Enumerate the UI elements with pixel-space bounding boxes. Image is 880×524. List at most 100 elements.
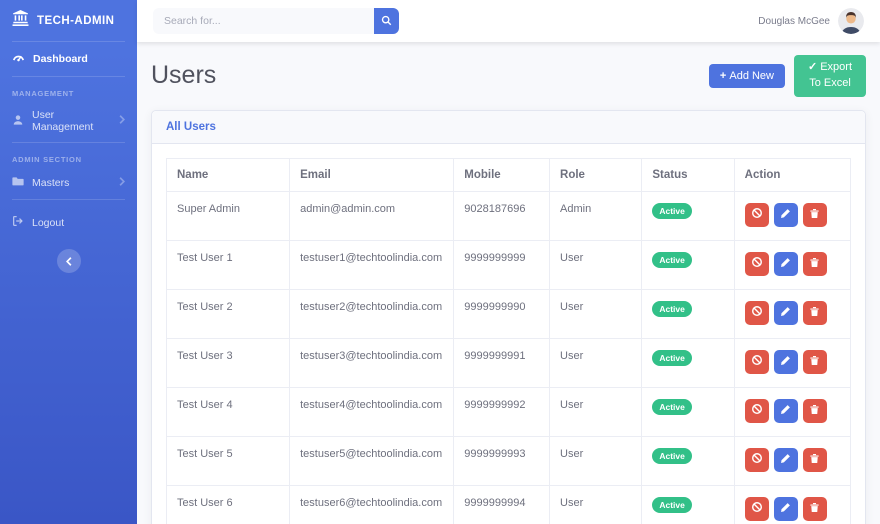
trash-icon	[809, 256, 820, 271]
table-row: Test User 5 testuser5@techtoolindia.com 99…	[165, 435, 852, 486]
ban-icon	[751, 354, 763, 369]
status-badge: Active	[652, 300, 692, 317]
brand-title: TECH-ADMIN	[37, 14, 115, 27]
table-header-row: Name Email Mobile Role Status Action	[165, 157, 852, 192]
add-new-button[interactable]: + Add New	[708, 63, 785, 88]
search-button[interactable]	[374, 8, 399, 34]
sidebar-item-user-management[interactable]: User Management	[0, 100, 137, 142]
edit-button[interactable]	[773, 496, 798, 521]
delete-button[interactable]	[802, 202, 827, 227]
table-row: Test User 1 testuser1@techtoolindia.com 99…	[165, 239, 852, 290]
plus-icon: +	[719, 69, 727, 82]
name-cell: Test User 3	[165, 337, 291, 388]
action-cell	[733, 190, 852, 241]
edit-button[interactable]	[773, 300, 798, 325]
export-to-excel-button[interactable]: ✓ Export To Excel	[794, 55, 866, 97]
ban-icon	[751, 305, 763, 320]
edit-button[interactable]	[773, 447, 798, 472]
ban-button[interactable]	[744, 251, 769, 276]
card-header: All Users	[152, 110, 865, 144]
pencil-icon	[780, 452, 791, 467]
email-cell: testuser1@techtoolindia.com	[289, 239, 455, 290]
ban-button[interactable]	[744, 349, 769, 374]
ban-icon	[751, 207, 763, 222]
landmark-icon	[12, 9, 29, 32]
role-cell: Admin	[549, 190, 643, 241]
status-badge: Active	[652, 447, 692, 464]
users-card: All Users Name Email Mobile Role Status Actio…	[151, 109, 866, 524]
sidebar-collapse-button[interactable]	[56, 249, 81, 273]
ban-button[interactable]	[744, 398, 769, 423]
avatar	[838, 8, 864, 34]
status-cell: Active	[641, 484, 735, 524]
brand[interactable]: TECH-ADMIN	[0, 0, 137, 41]
mobile-cell: 9028187696	[453, 190, 551, 241]
delete-button[interactable]	[802, 398, 827, 423]
email-cell: testuser2@techtoolindia.com	[289, 288, 455, 339]
status-cell: Active	[641, 288, 735, 339]
page-content: Users + Add New ✓ Export To Excel All User…	[137, 42, 880, 524]
chevron-right-icon	[119, 176, 126, 189]
ban-icon	[751, 501, 763, 516]
users-table: Name Email Mobile Role Status Action Super Ad…	[165, 157, 852, 524]
delete-button[interactable]	[802, 349, 827, 374]
status-cell: Active	[641, 337, 735, 388]
edit-button[interactable]	[773, 251, 798, 276]
page-header: Users + Add New ✓ Export To Excel	[151, 55, 866, 97]
trash-icon	[809, 207, 820, 222]
main-area: Douglas McGee Users +Add New ✓Export To …	[137, 0, 880, 524]
tachometer-icon	[12, 51, 25, 67]
ban-button[interactable]	[744, 496, 769, 521]
status-cell: Active	[641, 435, 735, 486]
delete-button[interactable]	[802, 251, 827, 276]
edit-button[interactable]	[773, 202, 798, 227]
column-header: Status	[641, 157, 735, 192]
ban-button[interactable]	[744, 447, 769, 472]
delete-button[interactable]	[802, 300, 827, 325]
action-cell	[733, 288, 852, 339]
sidebar-item-dashboard[interactable]: Dashboard	[0, 42, 137, 76]
ban-button[interactable]	[744, 202, 769, 227]
delete-button[interactable]	[802, 496, 827, 521]
email-cell: testuser3@techtoolindia.com	[289, 337, 455, 388]
user-menu[interactable]: Douglas McGee	[758, 8, 864, 34]
ban-button[interactable]	[744, 300, 769, 325]
search-input[interactable]	[153, 8, 374, 34]
trash-icon	[809, 354, 820, 369]
table-row: Test User 2 testuser2@techtoolindia.com 99…	[165, 288, 852, 339]
topbar: Douglas McGee	[137, 0, 880, 42]
column-header: Action	[733, 157, 852, 192]
sidebar-item-label: Dashboard	[33, 53, 88, 65]
table-row: Test User 6 testuser6@techtoolindia.com 99…	[165, 484, 852, 524]
pencil-icon	[780, 207, 791, 222]
name-cell: Test User 5	[165, 435, 291, 486]
action-cell	[733, 386, 852, 437]
mobile-cell: 9999999994	[453, 484, 551, 524]
edit-button[interactable]	[773, 398, 798, 423]
user-icon	[12, 114, 24, 129]
email-cell: testuser6@techtoolindia.com	[289, 484, 455, 524]
pencil-icon	[780, 256, 791, 271]
table-row: Test User 4 testuser4@techtoolindia.com 99…	[165, 386, 852, 437]
chevron-right-icon	[119, 115, 126, 127]
role-cell: User	[549, 386, 643, 437]
role-cell: User	[549, 337, 643, 388]
status-cell: Active	[641, 386, 735, 437]
pencil-icon	[780, 305, 791, 320]
sidebar-item-logout[interactable]: Logout	[0, 206, 137, 239]
page-title: Users	[151, 61, 217, 90]
status-badge: Active	[652, 349, 692, 366]
name-cell: Test User 4	[165, 386, 291, 437]
mobile-cell: 9999999990	[453, 288, 551, 339]
username-label: Douglas McGee	[758, 15, 830, 27]
edit-button[interactable]	[773, 349, 798, 374]
sidebar-item-masters[interactable]: Masters	[0, 166, 137, 199]
delete-button[interactable]	[802, 447, 827, 472]
search-icon	[381, 14, 392, 29]
status-cell: Active	[641, 190, 735, 241]
trash-icon	[809, 452, 820, 467]
status-badge: Active	[652, 398, 692, 415]
status-badge: Active	[652, 251, 692, 268]
sidebar-toggle-area	[0, 239, 137, 273]
column-header: Email	[289, 157, 455, 192]
